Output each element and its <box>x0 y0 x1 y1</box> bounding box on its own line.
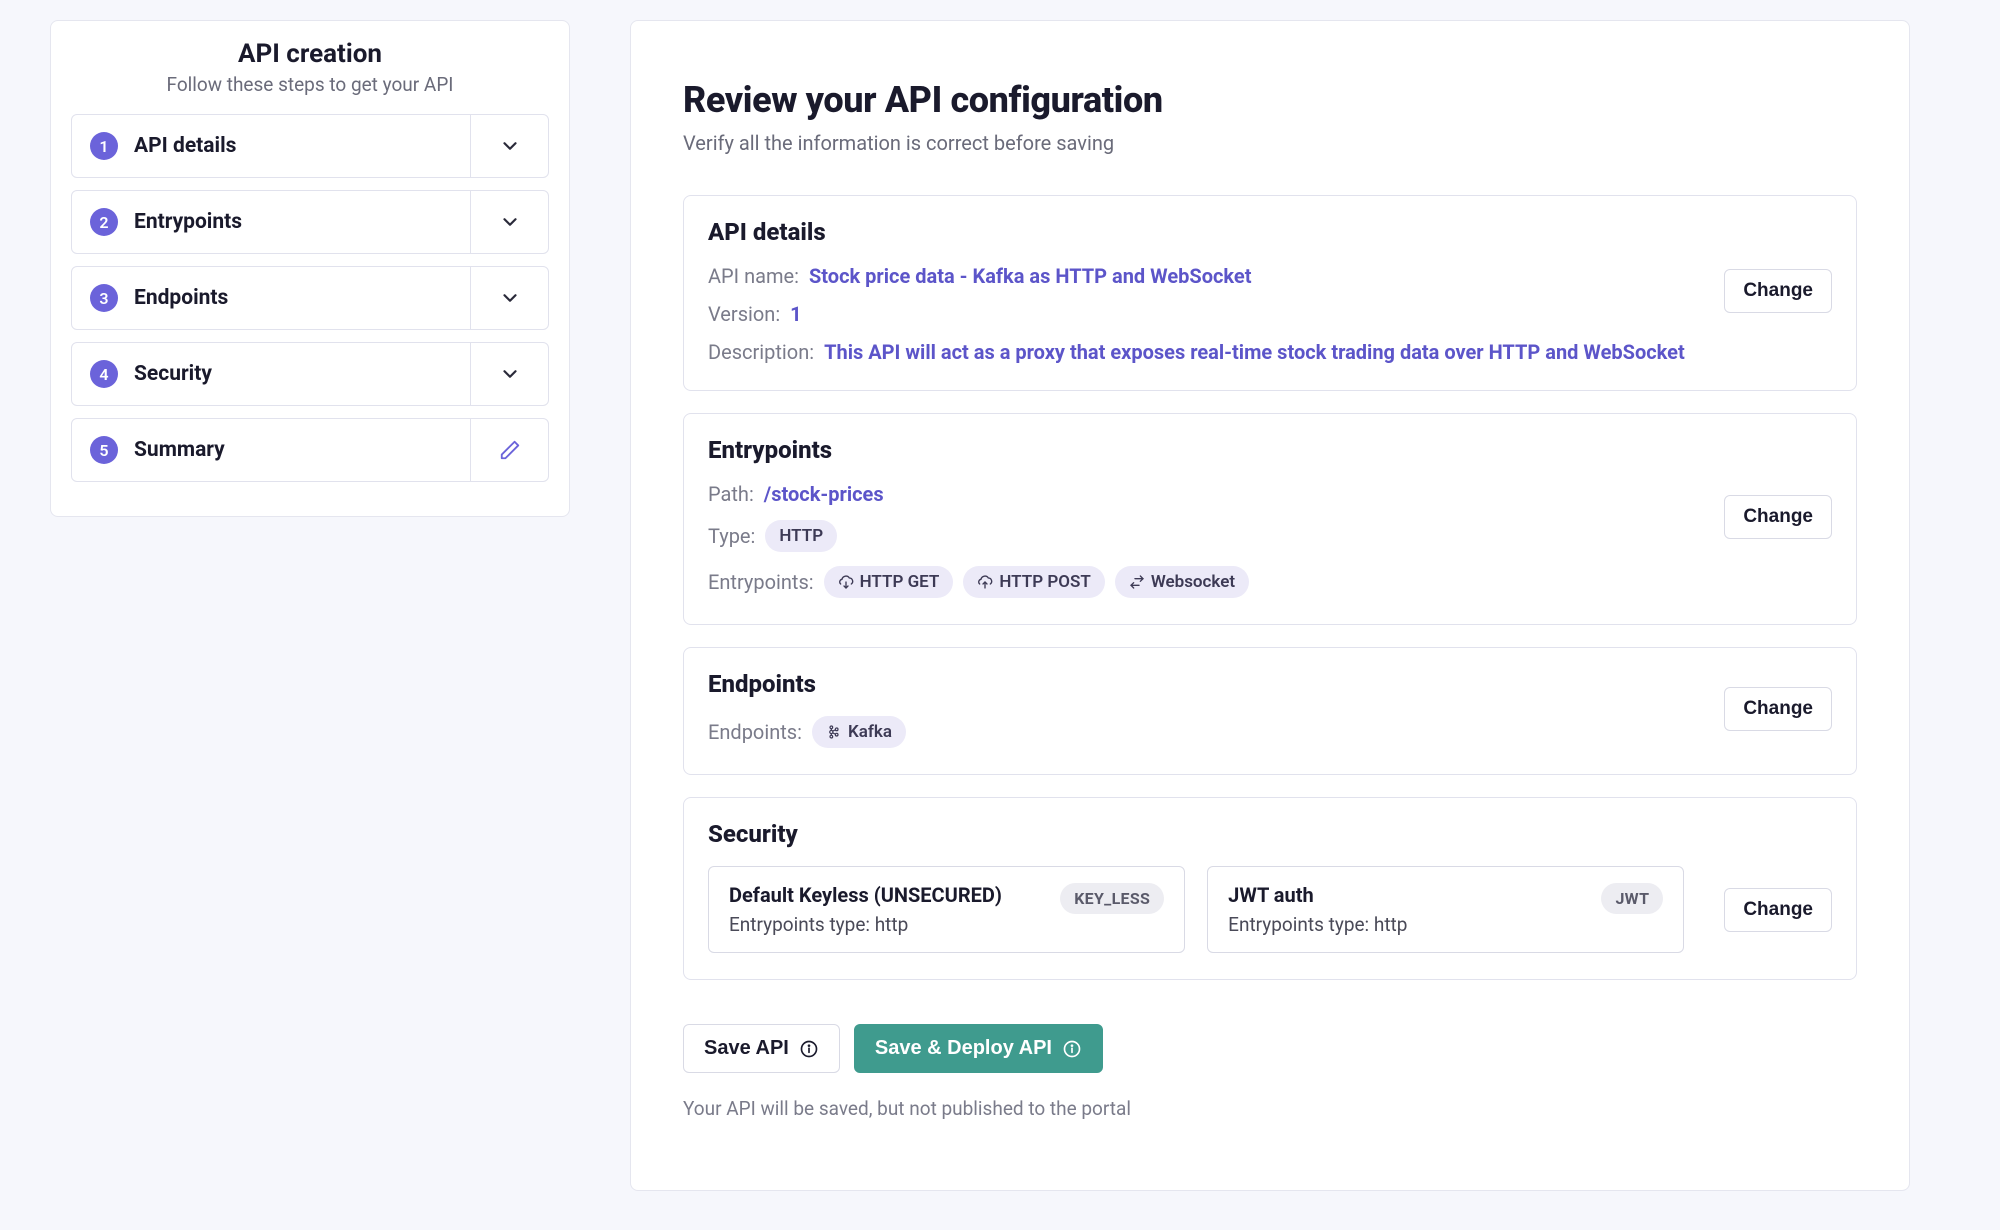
change-api-details-button[interactable]: Change <box>1724 269 1832 313</box>
cloud-download-icon <box>838 574 854 590</box>
step-number-badge: 4 <box>90 360 118 388</box>
security-plan-keyless: Default Keyless (UNSECURED) Entrypoints … <box>708 866 1185 953</box>
card-heading: Security <box>708 820 1832 848</box>
save-deploy-api-button[interactable]: Save & Deploy API <box>854 1024 1103 1073</box>
chevron-down-icon <box>499 211 521 233</box>
entrypoints-type-chip: HTTP <box>765 520 837 552</box>
step-label: Summary <box>134 438 225 462</box>
security-plan-meta: Entrypoints type: http <box>729 913 1002 936</box>
entrypoint-chip-websocket: Websocket <box>1115 566 1249 598</box>
info-icon <box>1062 1039 1082 1059</box>
card-entrypoints: Entrypoints Path: /stock-prices Type: HT… <box>683 413 1857 625</box>
step-api-details[interactable]: 1 API details <box>71 114 549 178</box>
kafka-icon <box>826 724 842 740</box>
info-icon <box>799 1039 819 1059</box>
security-plan-jwt: JWT auth Entrypoints type: http JWT <box>1207 866 1684 953</box>
chevron-down-icon <box>499 363 521 385</box>
card-endpoints: Endpoints Endpoints: Kafka Change <box>683 647 1857 775</box>
security-plan-title: Default Keyless (UNSECURED) <box>729 883 1002 907</box>
card-heading: API details <box>708 218 1706 246</box>
change-security-button[interactable]: Change <box>1724 888 1832 932</box>
step-number-badge: 2 <box>90 208 118 236</box>
sidebar-title: API creation <box>71 39 549 69</box>
step-label: Endpoints <box>134 286 228 310</box>
card-api-details: API details API name: Stock price data -… <box>683 195 1857 391</box>
card-security: Security Default Keyless (UNSECURED) Ent… <box>683 797 1857 980</box>
page-subtitle: Verify all the information is correct be… <box>683 131 1857 155</box>
security-plan-badge: KEY_LESS <box>1060 883 1164 914</box>
chevron-down-icon <box>499 287 521 309</box>
page-title: Review your API configuration <box>683 79 1857 121</box>
entrypoints-path-value: /stock-prices <box>764 482 884 506</box>
step-summary[interactable]: 5 Summary <box>71 418 549 482</box>
card-heading: Entrypoints <box>708 436 1706 464</box>
step-entrypoints[interactable]: 2 Entrypoints <box>71 190 549 254</box>
api-version-label: Version: <box>708 302 780 326</box>
entrypoints-path-label: Path: <box>708 482 754 506</box>
api-name-value: Stock price data - Kafka as HTTP and Web… <box>809 264 1252 288</box>
step-number-badge: 5 <box>90 436 118 464</box>
step-label: Entrypoints <box>134 210 242 234</box>
security-plan-meta: Entrypoints type: http <box>1228 913 1407 936</box>
api-description-value: This API will act as a proxy that expose… <box>824 340 1685 364</box>
step-number-badge: 3 <box>90 284 118 312</box>
cloud-upload-icon <box>977 574 993 590</box>
step-label: API details <box>134 134 236 158</box>
security-plan-badge: JWT <box>1601 883 1663 914</box>
step-edit-button[interactable] <box>470 419 548 481</box>
save-footnote: Your API will be saved, but not publishe… <box>683 1097 1857 1120</box>
step-endpoints[interactable]: 3 Endpoints <box>71 266 549 330</box>
entrypoints-list-label: Entrypoints: <box>708 570 814 594</box>
change-entrypoints-button[interactable]: Change <box>1724 495 1832 539</box>
api-description-label: Description: <box>708 340 814 364</box>
save-api-button[interactable]: Save API <box>683 1024 840 1073</box>
summary-panel: Review your API configuration Verify all… <box>630 20 1910 1191</box>
chevron-down-icon <box>499 135 521 157</box>
endpoint-chip-kafka: Kafka <box>812 716 906 748</box>
step-expand-toggle[interactable] <box>470 115 548 177</box>
change-endpoints-button[interactable]: Change <box>1724 687 1832 731</box>
sidebar-subtitle: Follow these steps to get your API <box>71 73 549 96</box>
step-label: Security <box>134 362 212 386</box>
swap-icon <box>1129 574 1145 590</box>
api-version-value: 1 <box>790 302 801 326</box>
action-bar: Save API Save & Deploy API <box>683 1024 1857 1073</box>
card-heading: Endpoints <box>708 670 1706 698</box>
step-number-badge: 1 <box>90 132 118 160</box>
pencil-icon <box>499 439 521 461</box>
entrypoints-type-label: Type: <box>708 524 755 548</box>
step-expand-toggle[interactable] <box>470 191 548 253</box>
endpoints-list-label: Endpoints: <box>708 720 802 744</box>
wizard-sidebar: API creation Follow these steps to get y… <box>50 20 570 517</box>
entrypoint-chip-http-get: HTTP GET <box>824 566 954 598</box>
entrypoint-chip-http-post: HTTP POST <box>963 566 1104 598</box>
step-expand-toggle[interactable] <box>470 343 548 405</box>
security-plan-title: JWT auth <box>1228 883 1407 907</box>
api-name-label: API name: <box>708 264 799 288</box>
step-expand-toggle[interactable] <box>470 267 548 329</box>
step-security[interactable]: 4 Security <box>71 342 549 406</box>
